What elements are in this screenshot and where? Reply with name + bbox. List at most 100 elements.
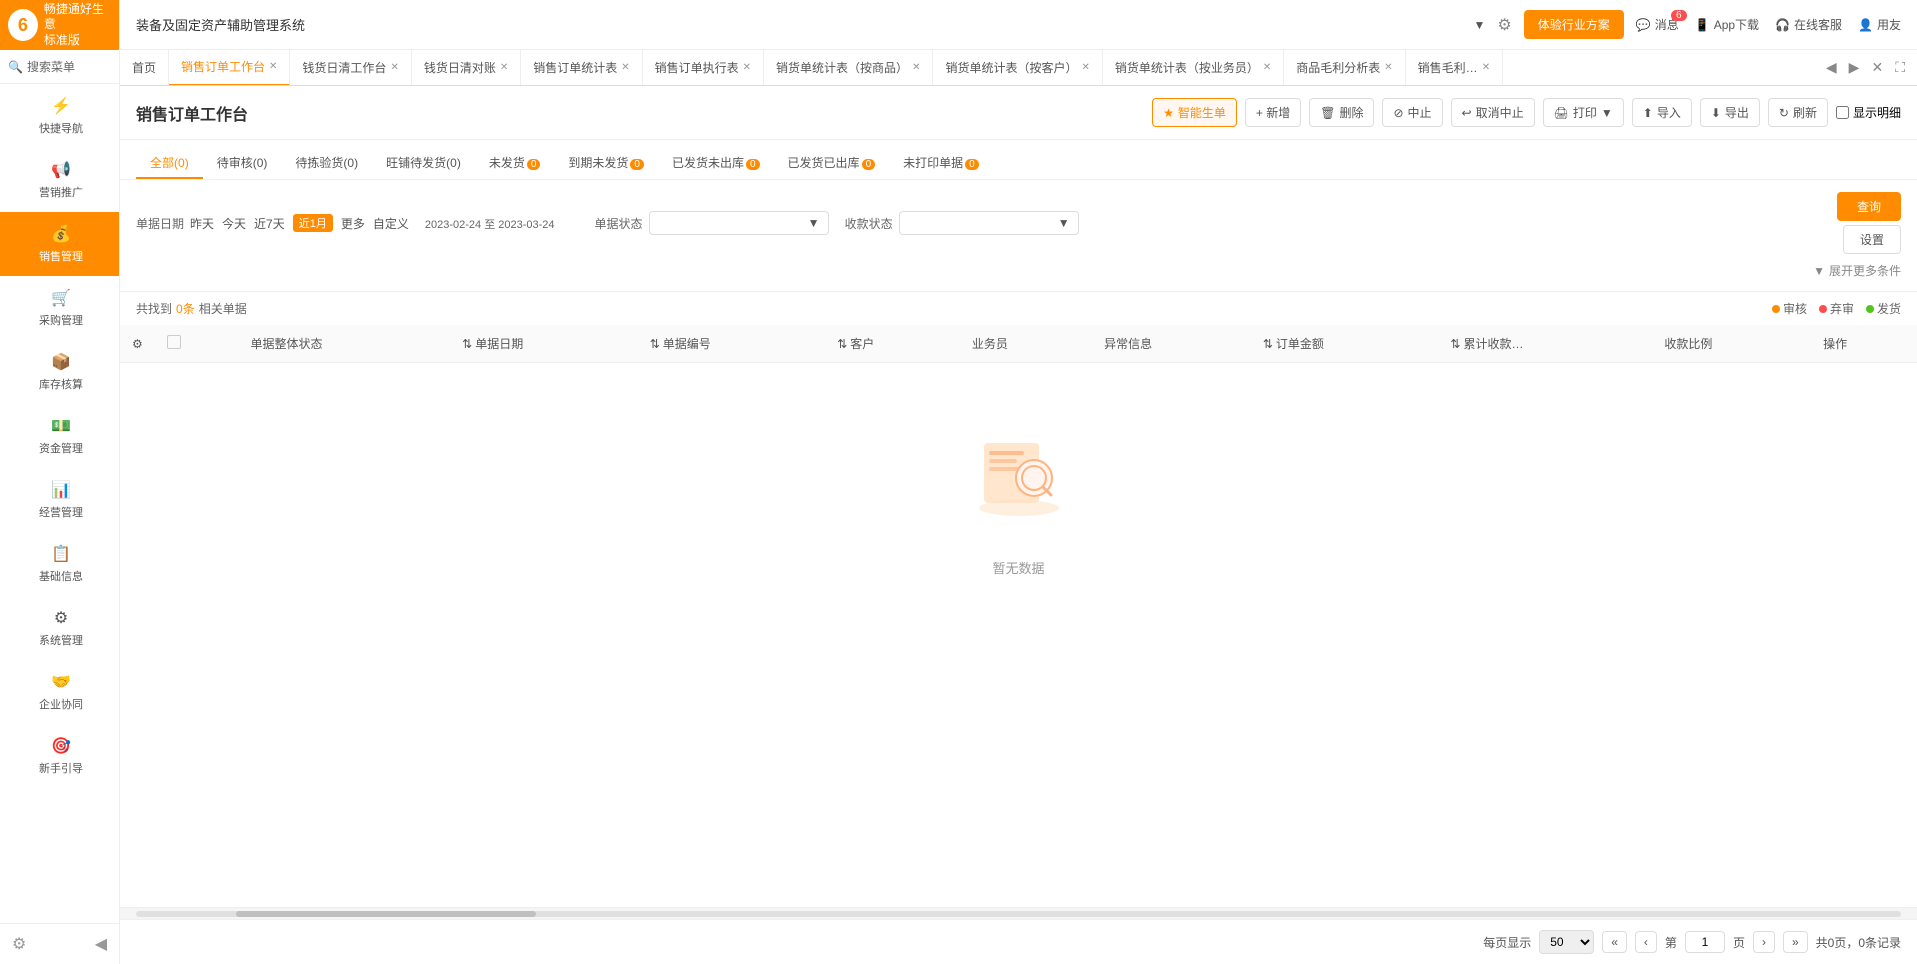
review-action[interactable]: 审核 — [1772, 300, 1807, 317]
sidebar-item-marketing[interactable]: 📢 营销推广 — [0, 148, 119, 212]
tab-close-sales-product[interactable]: ✕ — [912, 62, 920, 73]
tab-sales-exec[interactable]: 销售订单执行表 ✕ — [643, 50, 764, 86]
tab-gross-profit[interactable]: 商品毛利分析表 ✕ — [1284, 50, 1405, 86]
tab-close-cash-daily[interactable]: ✕ — [390, 62, 398, 73]
tab-close-sales-exec[interactable]: ✕ — [743, 62, 751, 73]
tab-close-sales-staff[interactable]: ✕ — [1263, 62, 1271, 73]
sidebar-item-purchase[interactable]: 🛒 采购管理 — [0, 276, 119, 340]
stop-button[interactable]: ⊘ 中止 — [1382, 98, 1442, 127]
delete-button[interactable]: 🗑 删除 — [1309, 98, 1374, 127]
tab-sales-product[interactable]: 销货单统计表（按商品） ✕ — [764, 50, 933, 86]
add-button[interactable]: + 新增 — [1245, 98, 1301, 127]
select-all-checkbox[interactable] — [167, 335, 181, 349]
subtab-wangpu[interactable]: 旺铺待发货(0) — [372, 148, 475, 179]
finance-icon: 💵 — [51, 416, 71, 436]
tab-close-sales-stat[interactable]: ✕ — [621, 62, 629, 73]
tab-close-all-btn[interactable]: ✕ — [1867, 59, 1887, 76]
tab-sales-stat[interactable]: 销售订单统计表 ✕ — [521, 50, 642, 86]
th-settings[interactable]: ⚙ — [120, 325, 155, 363]
next-page-btn[interactable]: › — [1753, 931, 1775, 953]
topbar-gear-icon[interactable]: ⚙ — [1497, 15, 1511, 35]
smart-generate-button[interactable]: ★ 智能生单 — [1152, 98, 1237, 127]
last-page-btn[interactable]: » — [1783, 931, 1808, 953]
status-select[interactable]: ▼ — [649, 211, 829, 235]
date-more[interactable]: 更多 — [341, 215, 365, 232]
show-detail-label[interactable]: 显示明细 — [1836, 104, 1901, 121]
sidebar-item-search[interactable]: 🔍 搜索菜单 — [0, 50, 119, 84]
tab-sales-staff[interactable]: 销货单统计表（按业务员） ✕ — [1103, 50, 1284, 86]
tab-close-sales-customer[interactable]: ✕ — [1081, 62, 1089, 73]
scrollbar-thumb[interactable] — [236, 911, 536, 917]
scrollbar-track — [136, 911, 1901, 917]
subtab-all[interactable]: 全部(0) — [136, 148, 203, 179]
online-service-item[interactable]: 🎧 在线客服 — [1775, 16, 1842, 33]
total-records: 共0页，0条记录 — [1816, 934, 1901, 951]
horizontal-scrollbar[interactable] — [120, 907, 1917, 919]
subtab-overdue[interactable]: 到期未发货0 — [554, 148, 658, 179]
tab-home[interactable]: 首页 — [120, 50, 169, 86]
tab-close-sales-workbench[interactable]: ✕ — [269, 61, 277, 72]
date-custom[interactable]: 自定义 — [373, 215, 409, 232]
tab-close-gross-profit[interactable]: ✕ — [1384, 62, 1392, 73]
tab-sales-workbench[interactable]: 销售订单工作台 ✕ — [169, 50, 290, 86]
message-item[interactable]: 💬 消息 6 — [1636, 16, 1679, 33]
tab-cash-daily[interactable]: 钱货日清工作台 ✕ — [290, 50, 411, 86]
show-detail-checkbox[interactable] — [1836, 106, 1849, 119]
subtab-shipped-out[interactable]: 已发货已出库0 — [774, 148, 890, 179]
tab-maximize-btn[interactable]: ⛶ — [1891, 59, 1909, 76]
first-page-btn[interactable]: « — [1602, 931, 1627, 953]
date-1month[interactable]: 近1月 — [293, 214, 333, 232]
cancel-action[interactable]: 弃审 — [1819, 300, 1854, 317]
sidebar-item-newbie[interactable]: 🎯 新手引导 — [0, 724, 119, 788]
subtab-not-printed[interactable]: 未打印单据0 — [889, 148, 993, 179]
export-button[interactable]: ⬇ 导出 — [1700, 98, 1760, 127]
user-item[interactable]: 👤 用友 — [1858, 16, 1901, 33]
tab-prev-btn[interactable]: ◀ — [1822, 59, 1841, 76]
cancel-stop-button[interactable]: ↩ 取消中止 — [1451, 98, 1535, 127]
tab-close-cash-reconcile[interactable]: ✕ — [500, 62, 508, 73]
payment-select[interactable]: ▼ — [899, 211, 1079, 235]
th-checkbox[interactable] — [155, 325, 239, 363]
sidebar-item-basic[interactable]: 📋 基础信息 — [0, 532, 119, 596]
sidebar-item-quick[interactable]: ⚡ 快捷导航 — [0, 84, 119, 148]
results-suffix: 相关单据 — [199, 300, 247, 317]
query-button[interactable]: 查询 — [1837, 192, 1901, 221]
set-button[interactable]: 设置 — [1843, 225, 1901, 254]
star-icon: ★ — [1163, 106, 1174, 120]
sidebar-item-sales[interactable]: 💰 销售管理 — [0, 212, 119, 276]
search-icon: 🔍 — [8, 60, 23, 74]
collapse-icon[interactable]: ◀ — [95, 934, 107, 954]
table-settings-icon[interactable]: ⚙ — [132, 337, 143, 351]
prev-page-btn[interactable]: ‹ — [1635, 931, 1657, 953]
subtab-not-shipped[interactable]: 未发货0 — [475, 148, 555, 179]
per-page-select[interactable]: 50 10 20 100 — [1539, 930, 1594, 954]
date-7days[interactable]: 近7天 — [254, 215, 285, 232]
th-number: ⇅ 单据编号 — [638, 325, 826, 363]
sidebar-item-operation[interactable]: 📊 经营管理 — [0, 468, 119, 532]
page-input[interactable] — [1685, 931, 1725, 953]
date-today[interactable]: 今天 — [222, 215, 246, 232]
tab-sales-more[interactable]: 销售毛利… ✕ — [1406, 50, 1503, 86]
settings-icon[interactable]: ⚙ — [12, 934, 26, 954]
solution-button[interactable]: 体验行业方案 — [1524, 10, 1624, 39]
subtab-pending[interactable]: 待审核(0) — [203, 148, 282, 179]
tab-sales-customer[interactable]: 销货单统计表（按客户） ✕ — [933, 50, 1102, 86]
subtab-shipped-not-out[interactable]: 已发货未出库0 — [658, 148, 774, 179]
refresh-button[interactable]: ↻ 刷新 — [1768, 98, 1828, 127]
tab-next-btn[interactable]: ▶ — [1845, 59, 1864, 76]
system-dropdown[interactable]: ▼ — [1474, 18, 1486, 32]
sidebar-item-system[interactable]: ⚙ 系统管理 — [0, 596, 119, 660]
sidebar-item-enterprise[interactable]: 🤝 企业协同 — [0, 660, 119, 724]
ship-action[interactable]: 发货 — [1866, 300, 1901, 317]
expand-button[interactable]: ▼ 展开更多条件 — [1813, 262, 1901, 279]
tab-close-sales-more[interactable]: ✕ — [1482, 62, 1490, 73]
app-download-item[interactable]: 📱 App下载 — [1695, 16, 1759, 33]
print-button[interactable]: 🖨 打印 ▼ — [1543, 98, 1624, 127]
sidebar-item-finance[interactable]: 💵 资金管理 — [0, 404, 119, 468]
tab-cash-reconcile[interactable]: 钱货日清对账 ✕ — [412, 50, 521, 86]
date-yesterday[interactable]: 昨天 — [190, 215, 214, 232]
subtab-pending-check[interactable]: 待拣验货(0) — [281, 148, 372, 179]
sidebar-item-inventory[interactable]: 📦 库存核算 — [0, 340, 119, 404]
import-button[interactable]: ⬆ 导入 — [1632, 98, 1692, 127]
delete-icon: 🗑 — [1320, 106, 1335, 120]
